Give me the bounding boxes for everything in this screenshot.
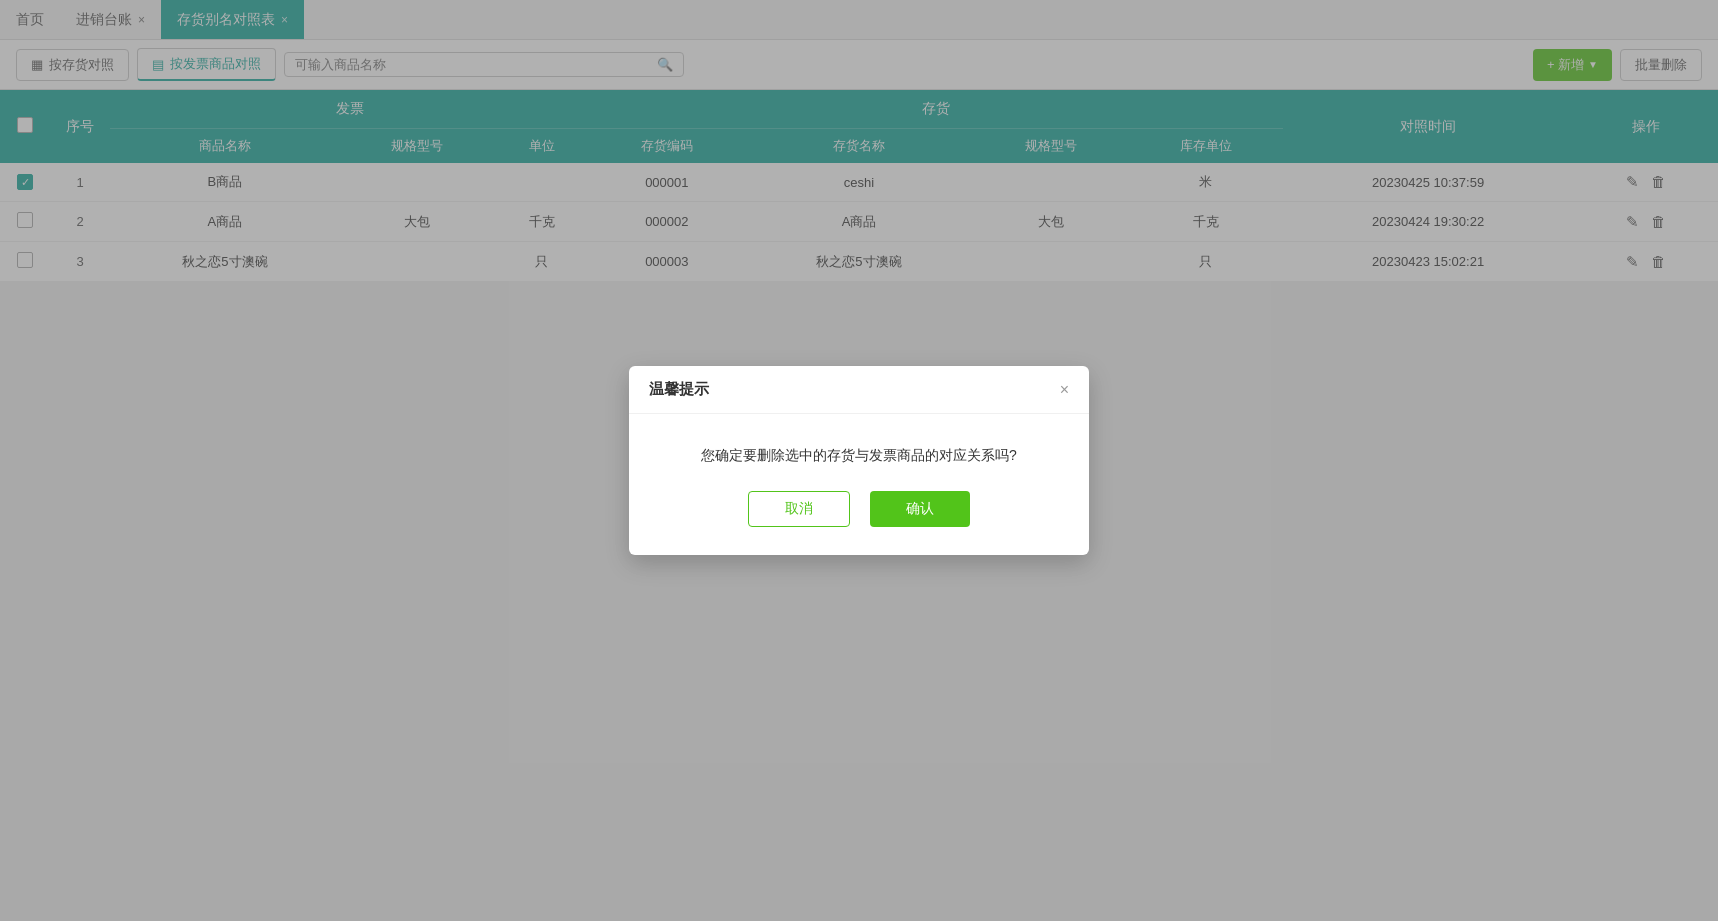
- modal-overlay: 温馨提示 × 您确定要删除选中的存货与发票商品的对应关系吗? 取消 确认: [0, 0, 1718, 282]
